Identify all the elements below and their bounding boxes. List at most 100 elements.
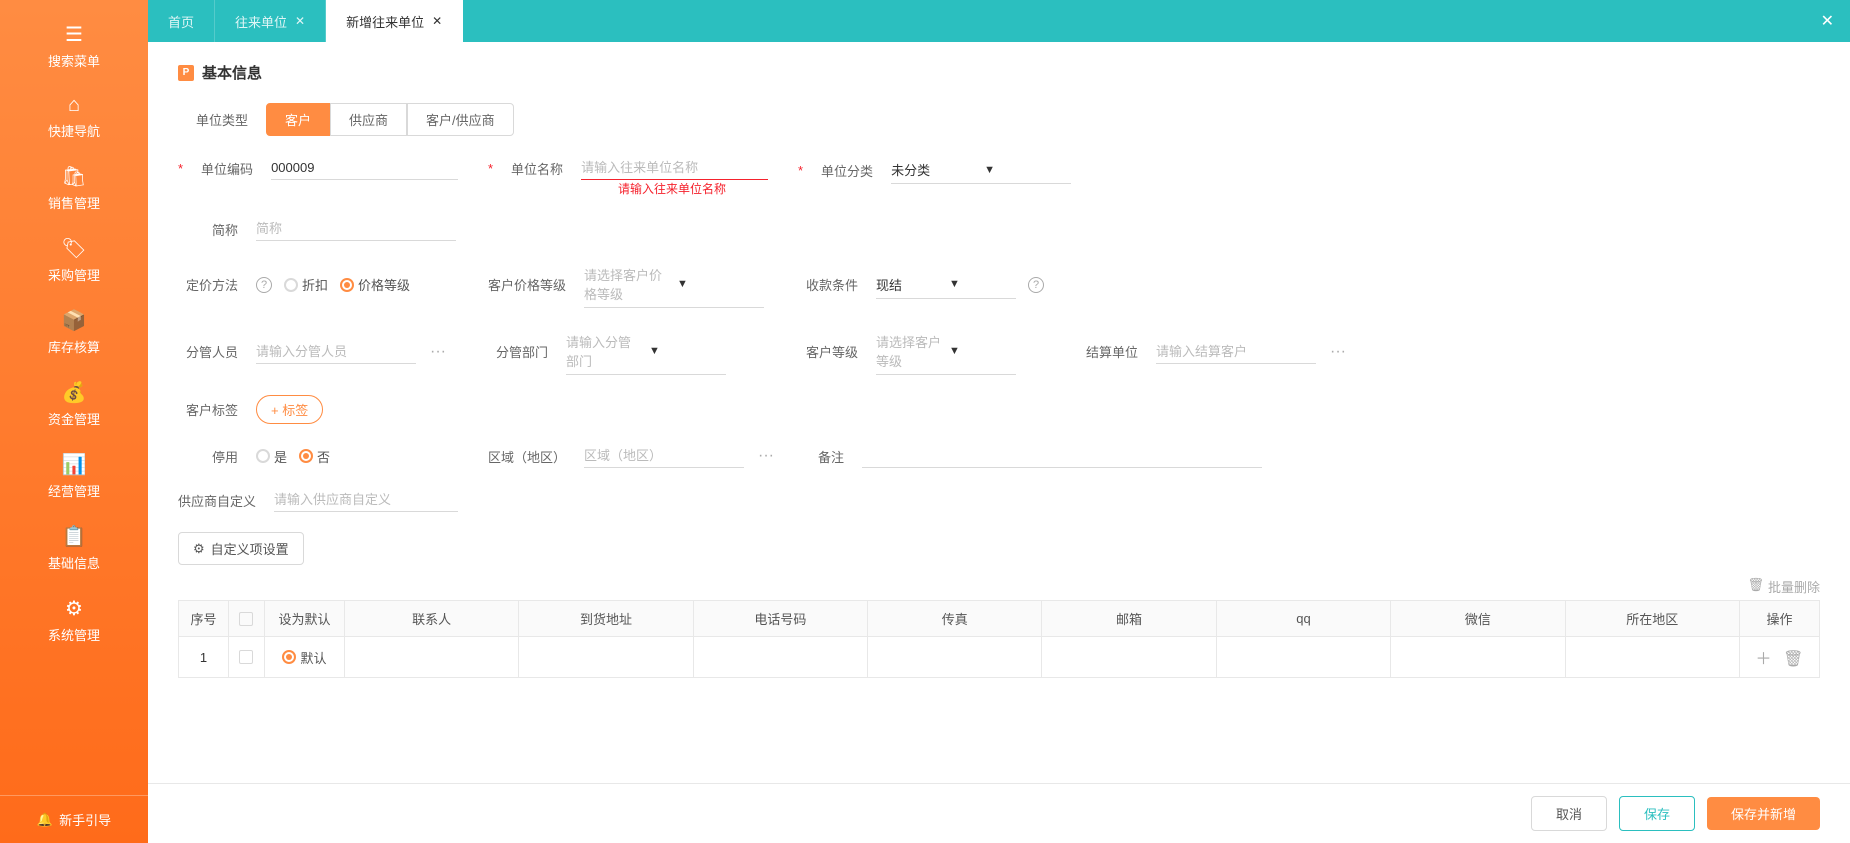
tab-home[interactable]: 首页 bbox=[148, 0, 215, 42]
manager-dots-btn[interactable]: ··· bbox=[430, 343, 446, 361]
payment-chevron-icon: ▼ bbox=[949, 278, 1016, 290]
radio-no[interactable]: 否 bbox=[299, 447, 330, 466]
sidebar-item-finance[interactable]: 💰 资金管理 bbox=[0, 368, 148, 440]
level-chevron-icon: ▼ bbox=[949, 345, 1016, 357]
contact-input[interactable] bbox=[355, 650, 508, 665]
settlement-input[interactable] bbox=[1156, 340, 1316, 364]
delete-row-btn[interactable]: 🗑 bbox=[1779, 651, 1807, 668]
finance-icon: 💰 bbox=[62, 380, 87, 405]
sidebar-item-search[interactable]: ☰ 搜索菜单 bbox=[0, 10, 148, 82]
sidebar-item-quick-nav-label: 快捷导航 bbox=[48, 121, 100, 140]
cell-address[interactable] bbox=[519, 637, 693, 678]
location-input[interactable] bbox=[1576, 650, 1729, 665]
phone-input[interactable] bbox=[704, 650, 857, 665]
cell-phone[interactable] bbox=[693, 637, 867, 678]
supplier-custom-row: 供应商自定义 bbox=[178, 488, 1820, 512]
cell-location[interactable] bbox=[1565, 637, 1739, 678]
table-row: 1 默认 bbox=[179, 637, 1820, 678]
search-menu-icon: ☰ bbox=[65, 22, 83, 47]
customer-level-select[interactable]: 请选择客户等级 ▼ bbox=[876, 328, 1016, 375]
unit-name-input[interactable] bbox=[581, 156, 768, 180]
sidebar-item-guide[interactable]: 🔔 新手引导 bbox=[0, 796, 148, 843]
cell-email[interactable] bbox=[1042, 637, 1216, 678]
supplier-custom-input[interactable] bbox=[274, 488, 458, 512]
cell-wechat[interactable] bbox=[1391, 637, 1565, 678]
payment-help-icon[interactable]: ? bbox=[1028, 277, 1044, 293]
unit-name-error: 请输入往来单位名称 bbox=[488, 180, 768, 197]
select-all-checkbox[interactable] bbox=[239, 612, 253, 626]
sidebar-item-sales-label: 销售管理 bbox=[48, 193, 100, 212]
tags-row: 客户标签 + 标签 bbox=[178, 395, 1820, 424]
row-checkbox[interactable] bbox=[239, 650, 253, 664]
unit-type-supplier-btn[interactable]: 供应商 bbox=[330, 103, 407, 136]
sidebar-item-sales[interactable]: 🛍 销售管理 bbox=[0, 152, 148, 224]
tab-new-counterpart[interactable]: 新增往来单位 ✕ bbox=[326, 0, 463, 42]
add-tag-btn[interactable]: + 标签 bbox=[256, 395, 323, 424]
section-title: 基本信息 bbox=[202, 62, 262, 83]
col-seq: 序号 bbox=[179, 601, 229, 637]
disabled-row: 停用 是 否 区域（地区） ··· bbox=[178, 444, 1820, 468]
sidebar-item-system[interactable]: ⚙ 系统管理 bbox=[0, 584, 148, 656]
wechat-input[interactable] bbox=[1401, 650, 1554, 665]
cell-fax[interactable] bbox=[868, 637, 1042, 678]
payment-terms-select[interactable]: 现结 ▼ bbox=[876, 271, 1016, 299]
tab-counterpart[interactable]: 往来单位 ✕ bbox=[215, 0, 326, 42]
sidebar-item-operation[interactable]: 📊 经营管理 bbox=[0, 440, 148, 512]
settlement-label: 结算单位 bbox=[1078, 342, 1138, 361]
tab-new-counterpart-close[interactable]: ✕ bbox=[432, 15, 442, 27]
cell-default: 默认 bbox=[265, 637, 345, 678]
unit-type-row: 单位类型 客户 供应商 客户/供应商 bbox=[178, 103, 1820, 136]
sidebar-item-finance-label: 资金管理 bbox=[48, 409, 100, 428]
sidebar-item-purchase[interactable]: 🏷 采购管理 bbox=[0, 224, 148, 296]
sidebar-item-inventory[interactable]: 📦 库存核算 bbox=[0, 296, 148, 368]
col-action: 操作 bbox=[1740, 601, 1820, 637]
add-row-btn[interactable]: ＋ bbox=[1752, 651, 1776, 668]
short-name-input[interactable] bbox=[256, 217, 456, 241]
radio-discount[interactable]: 折扣 bbox=[284, 275, 328, 294]
cell-contact[interactable] bbox=[345, 637, 519, 678]
address-input[interactable] bbox=[529, 650, 682, 665]
customer-price-level-label: 客户价格等级 bbox=[488, 275, 566, 294]
tab-counterpart-close[interactable]: ✕ bbox=[295, 15, 305, 27]
department-select[interactable]: 请输入分管部门 ▼ bbox=[566, 328, 726, 375]
email-input[interactable] bbox=[1052, 650, 1205, 665]
sidebar-item-system-label: 系统管理 bbox=[48, 625, 100, 644]
manager-input[interactable] bbox=[256, 340, 416, 364]
region-dots-btn[interactable]: ··· bbox=[758, 447, 774, 465]
radio-price-level[interactable]: 价格等级 bbox=[340, 275, 410, 294]
sidebar-item-quick-nav[interactable]: ⌂ 快捷导航 bbox=[0, 82, 148, 152]
pricing-method-label: 定价方法 bbox=[178, 275, 238, 294]
unit-type-both-btn[interactable]: 客户/供应商 bbox=[407, 103, 514, 136]
remark-input[interactable] bbox=[862, 444, 1262, 468]
col-contact: 联系人 bbox=[345, 601, 519, 637]
qq-input[interactable] bbox=[1227, 650, 1381, 665]
unit-category-select[interactable]: 未分类 ▼ bbox=[891, 156, 1071, 184]
radio-yes[interactable]: 是 bbox=[256, 447, 287, 466]
dept-chevron-icon: ▼ bbox=[649, 345, 726, 357]
manager-label: 分管人员 bbox=[178, 342, 238, 361]
customer-level-label: 客户等级 bbox=[798, 342, 858, 361]
cell-qq[interactable] bbox=[1216, 637, 1391, 678]
fax-input[interactable] bbox=[878, 650, 1031, 665]
unit-code-input[interactable] bbox=[271, 156, 458, 180]
col-wechat: 微信 bbox=[1391, 601, 1565, 637]
close-all-tabs[interactable]: ✕ bbox=[1805, 11, 1850, 31]
settlement-dots-btn[interactable]: ··· bbox=[1330, 343, 1346, 361]
unit-type-customer-btn[interactable]: 客户 bbox=[266, 103, 330, 136]
payment-terms-field: 收款条件 现结 ▼ ? bbox=[798, 271, 1078, 299]
pricing-row: 定价方法 ? 折扣 价格等级 客户价格等级 请选择客户价格等级 bbox=[178, 261, 1820, 308]
col-email: 邮箱 bbox=[1042, 601, 1216, 637]
custom-settings-btn[interactable]: ⚙ 自定义项设置 bbox=[178, 532, 304, 565]
pricing-help-icon[interactable]: ? bbox=[256, 277, 272, 293]
row-default-radio[interactable]: 默认 bbox=[275, 648, 334, 667]
cancel-button[interactable]: 取消 bbox=[1531, 796, 1607, 831]
region-input[interactable] bbox=[584, 444, 744, 468]
batch-delete-btn[interactable]: 🗑 批量删除 bbox=[178, 577, 1820, 596]
save-new-button[interactable]: 保存并新增 bbox=[1707, 797, 1820, 830]
unit-code-required: * bbox=[178, 161, 183, 176]
customer-price-level-select[interactable]: 请选择客户价格等级 ▼ bbox=[584, 261, 764, 308]
sidebar-item-basic[interactable]: 📋 基础信息 bbox=[0, 512, 148, 584]
save-button[interactable]: 保存 bbox=[1619, 796, 1695, 831]
col-qq: qq bbox=[1216, 601, 1391, 637]
contacts-table: 序号 设为默认 联系人 到货地址 电话号码 传真 邮箱 qq 微信 所在地区 操… bbox=[178, 600, 1820, 678]
